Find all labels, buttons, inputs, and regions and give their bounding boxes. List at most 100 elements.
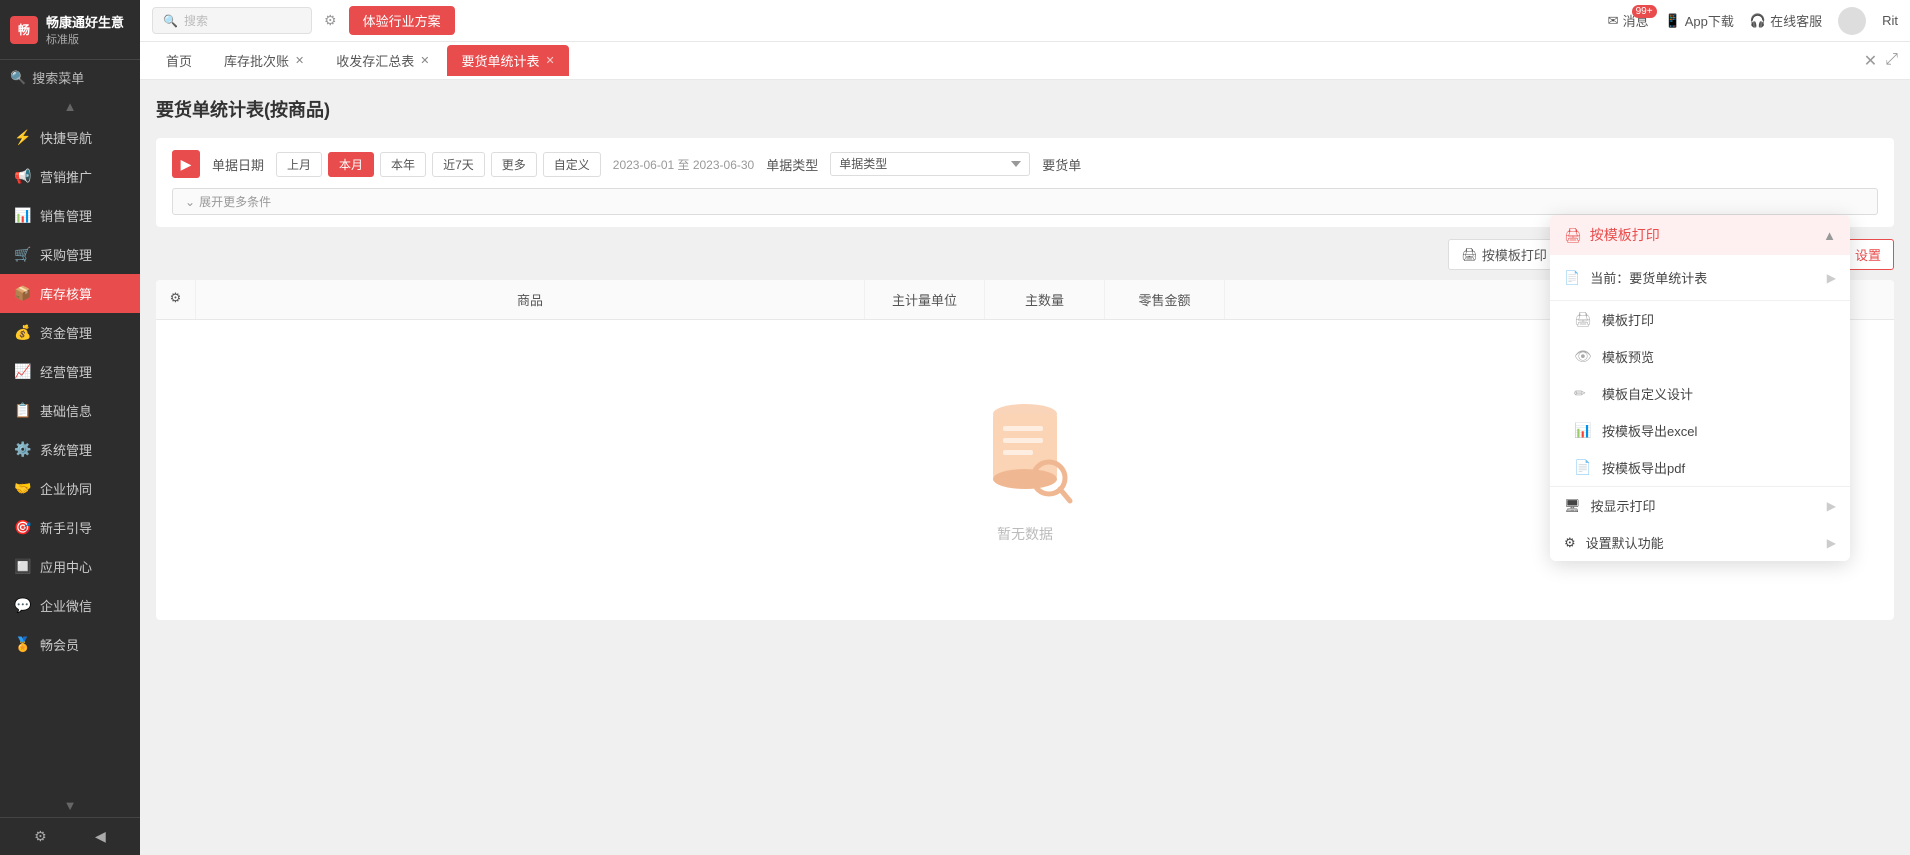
tab-inventory-batch[interactable]: 库存批次账 ✕: [210, 45, 318, 76]
user-name: Rit: [1882, 13, 1898, 28]
message-btn[interactable]: ✉ 消息 99+: [1608, 11, 1649, 30]
sidebar-item-purchase[interactable]: 🛒 采购管理: [0, 235, 140, 274]
quick-nav-icon: ⚡: [14, 129, 32, 147]
dropdown-group-items: 🖥 按显示打印 ▶ ⚙ 设置默认功能 ▶: [1550, 486, 1850, 561]
filter-expand-arrow[interactable]: ▶: [172, 150, 200, 178]
finance-icon: 💰: [14, 324, 32, 342]
tab-bar: 首页 库存批次账 ✕ 收发存汇总表 ✕ 要货单统计表 ✕ ✕ ⤢: [140, 42, 1910, 80]
page-title: 要货单统计表(按商品): [156, 96, 1894, 122]
sidebar-item-basic[interactable]: 📋 基础信息: [0, 391, 140, 430]
doc-type-label: 单据类型: [766, 155, 818, 174]
expand-tabs-btn[interactable]: ⤢: [1885, 51, 1898, 71]
sidebar-item-sales[interactable]: 📊 销售管理: [0, 196, 140, 235]
current-template-icon: 📄: [1564, 270, 1580, 286]
purchase-icon: 🛒: [14, 246, 32, 264]
expand-more-btn[interactable]: ⌄ 展开更多条件: [172, 188, 1878, 215]
date-btn-more[interactable]: 更多: [491, 152, 537, 177]
col-settings[interactable]: ⚙: [156, 280, 196, 319]
sidebar-item-marketing[interactable]: 📢 营销推广: [0, 157, 140, 196]
app-logo-text: 畅康通好生意 标准版: [46, 12, 124, 47]
app-download-btn[interactable]: 📱 App下载: [1665, 11, 1734, 30]
print-item-icon: 🖨: [1574, 311, 1592, 328]
tab-home[interactable]: 首页: [152, 45, 206, 76]
enterprise-icon: 🤝: [14, 480, 32, 498]
col-retail-amount: 零售金额: [1105, 280, 1225, 319]
current-template-left: 📄 当前：要货单统计表: [1564, 268, 1707, 287]
dropdown-item-print[interactable]: 🖨 模板打印: [1550, 301, 1850, 338]
user-avatar[interactable]: [1838, 7, 1866, 35]
headset-icon: 🎧: [1750, 13, 1766, 29]
expand-arrow-icon: ▶: [181, 156, 192, 173]
dropdown-item-excel[interactable]: 📊 按模板导出excel: [1550, 412, 1850, 449]
tabs-right-controls: ✕ ⤢: [1864, 51, 1898, 71]
topbar-search-box[interactable]: 🔍 搜索: [152, 7, 312, 34]
empty-text: 暂无数据: [997, 524, 1053, 544]
collapse-icon: ▲: [1823, 228, 1836, 243]
tab-receivable-summary[interactable]: 收发存汇总表 ✕: [322, 45, 443, 76]
date-btn-this-month[interactable]: 本月: [328, 152, 374, 177]
date-btn-custom[interactable]: 自定义: [543, 152, 601, 177]
sidebar-item-enterprise[interactable]: 🤝 企业协同: [0, 469, 140, 508]
dropdown-header[interactable]: 🖨 按模板打印 ▲: [1550, 215, 1850, 255]
trial-btn[interactable]: 体验行业方案: [349, 6, 455, 35]
tab-requisition-stats[interactable]: 要货单统计表 ✕: [447, 45, 568, 76]
collapse-sidebar-btn[interactable]: ◀: [95, 828, 106, 845]
display-print-icon: 🖥: [1564, 498, 1581, 514]
date-btn-last-month[interactable]: 上月: [276, 152, 322, 177]
search-icon: 🔍: [10, 70, 26, 86]
dropdown-item-pdf[interactable]: 📄 按模板导出pdf: [1550, 449, 1850, 486]
sidebar-item-operation[interactable]: 📈 经营管理: [0, 352, 140, 391]
dropdown-header-left: 🖨 按模板打印: [1564, 225, 1660, 245]
app-logo-icon: 畅: [10, 16, 38, 44]
newguide-icon: 🎯: [14, 519, 32, 537]
online-service-btn[interactable]: 🎧 在线客服: [1750, 11, 1822, 30]
dropdown-set-default[interactable]: ⚙ 设置默认功能 ▶: [1550, 524, 1850, 561]
dropdown-item-preview[interactable]: 👁 模板预览: [1550, 338, 1850, 375]
empty-illustration: [965, 396, 1085, 516]
set-default-icon: ⚙: [1564, 535, 1576, 551]
date-group: 上月 本月 本年 近7天 更多 自定义: [276, 152, 601, 177]
pdf-item-icon: 📄: [1574, 459, 1592, 476]
date-btn-this-year[interactable]: 本年: [380, 152, 426, 177]
sidebar-item-appstore[interactable]: 🔲 应用中心: [0, 547, 140, 586]
excel-item-icon: 📊: [1574, 422, 1592, 439]
dropdown-item-design[interactable]: ✏ 模板自定义设计: [1550, 375, 1850, 412]
dropdown-current-template[interactable]: 📄 当前：要货单统计表 ▶: [1550, 259, 1850, 296]
sidebar-item-inventory[interactable]: 📦 库存核算: [0, 274, 140, 313]
close-all-tabs-btn[interactable]: ✕: [1864, 51, 1877, 71]
sidebar-item-quick-nav[interactable]: ⚡ 快捷导航: [0, 118, 140, 157]
sidebar-item-wechat[interactable]: 💬 企业微信: [0, 586, 140, 625]
inventory-icon: 📦: [14, 285, 32, 303]
expand-chevron-icon: ⌄: [185, 195, 195, 209]
scroll-up-btn[interactable]: ▲: [0, 95, 140, 118]
sidebar-search[interactable]: 🔍 搜索菜单: [0, 60, 140, 95]
print-dropdown-menu: 🖨 按模板打印 ▲ 📄 当前：要货单统计表 ▶ 🖨: [1550, 215, 1850, 561]
sidebar-item-newguide[interactable]: 🎯 新手引导: [0, 508, 140, 547]
close-tab-requisition-stats[interactable]: ✕: [546, 54, 555, 67]
sidebar-logo: 畅 畅康通好生意 标准版: [0, 0, 140, 60]
sidebar-nav: ⚡ 快捷导航 📢 营销推广 📊 销售管理 🛒 采购管理 📦 库存核算 💰 资金管…: [0, 118, 140, 794]
close-tab-inventory-batch[interactable]: ✕: [295, 54, 304, 67]
col-unit: 主计量单位: [865, 280, 985, 319]
topbar-settings-icon[interactable]: ⚙: [324, 12, 337, 29]
col-product: 商品: [196, 280, 865, 319]
wechat-icon: 💬: [14, 597, 32, 615]
date-range-display: 2023-06-01 至 2023-06-30: [613, 156, 754, 173]
sales-icon: 📊: [14, 207, 32, 225]
mobile-icon: 📱: [1665, 13, 1681, 29]
sidebar-item-finance[interactable]: 💰 资金管理: [0, 313, 140, 352]
message-icon: ✉: [1608, 13, 1619, 29]
date-btn-7days[interactable]: 近7天: [432, 152, 485, 177]
display-print-arrow: ▶: [1827, 499, 1836, 513]
sidebar-item-system[interactable]: ⚙️ 系统管理: [0, 430, 140, 469]
dropdown-display-print[interactable]: 🖥 按显示打印 ▶: [1550, 487, 1850, 524]
scroll-down-btn[interactable]: ▼: [0, 794, 140, 817]
topbar-right: ✉ 消息 99+ 📱 App下载 🎧 在线客服 Rit: [1608, 7, 1898, 35]
close-tab-receivable-summary[interactable]: ✕: [420, 54, 429, 67]
filter-bar: ▶ 单据日期 上月 本月 本年 近7天 更多 自定义 2023-06-01 至 …: [156, 138, 1894, 227]
dropdown-header-right: ▲: [1823, 228, 1836, 243]
doc-type-select[interactable]: 单据类型: [830, 152, 1030, 176]
settings-bottom-btn[interactable]: ⚙: [34, 828, 47, 845]
sidebar-item-member[interactable]: 🏅 畅会员: [0, 625, 140, 664]
appstore-icon: 🔲: [14, 558, 32, 576]
